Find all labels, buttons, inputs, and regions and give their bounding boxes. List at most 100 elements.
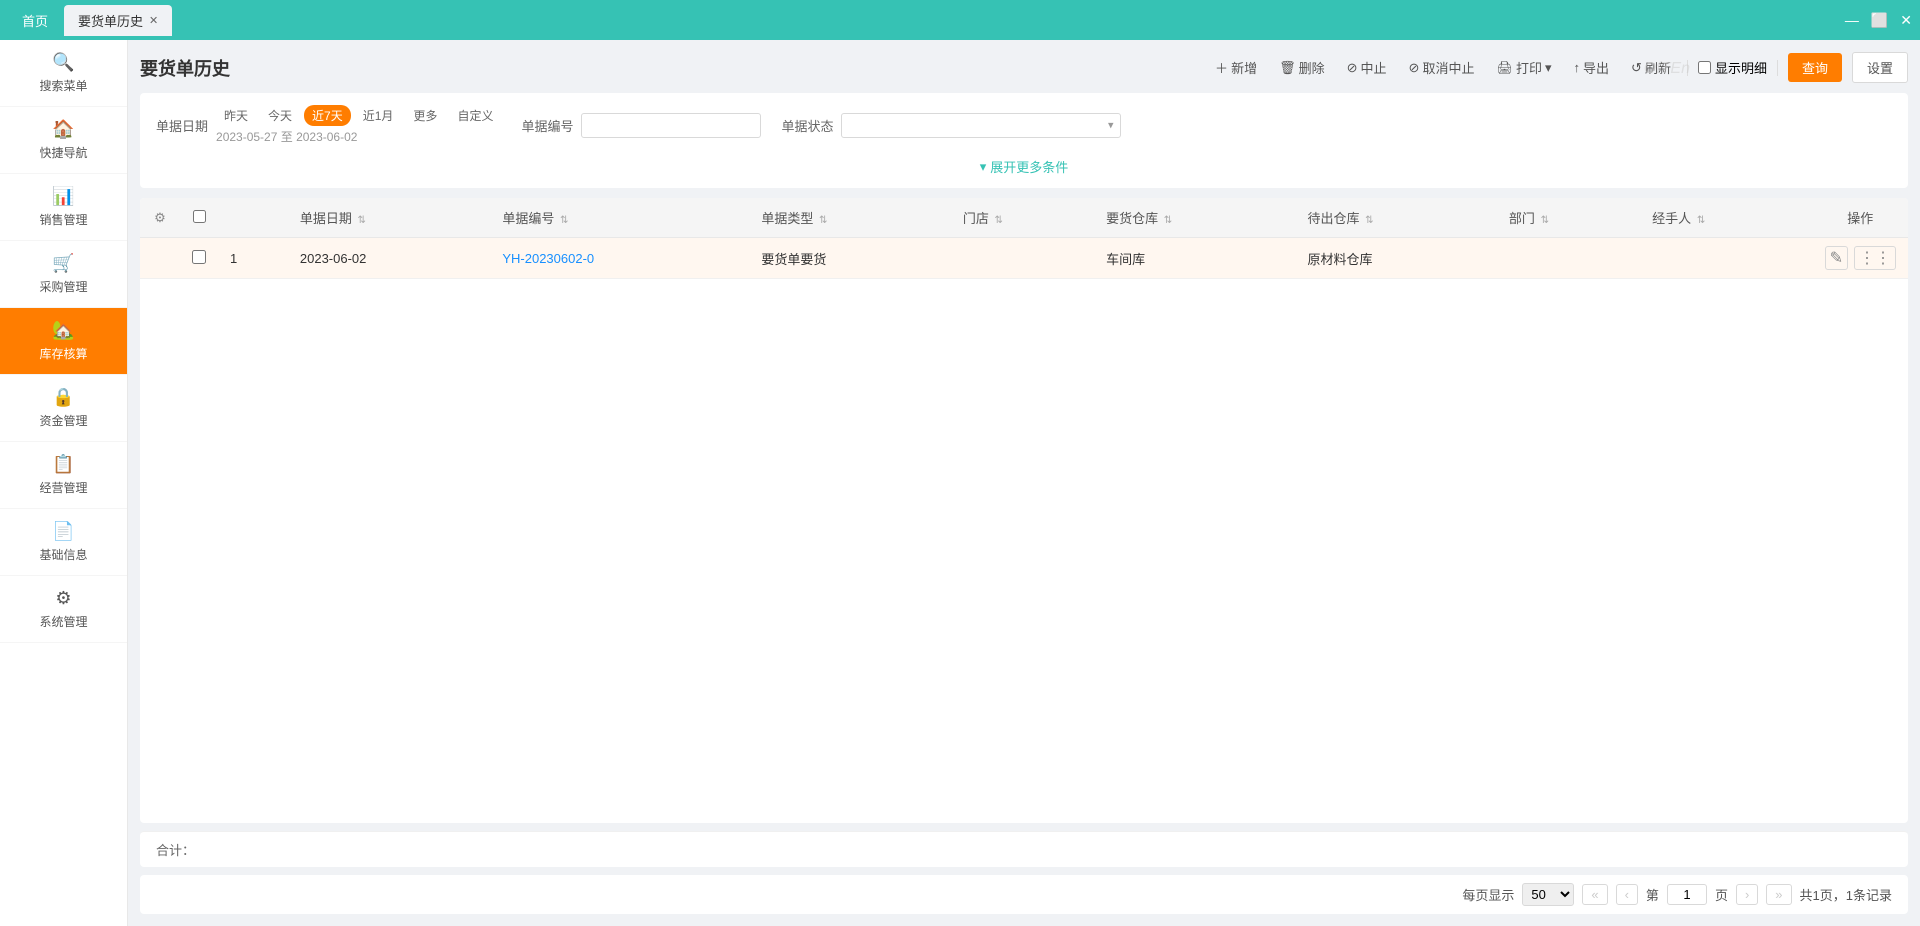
col-handler-label: 经手人 [1652,211,1691,226]
inventory-calc-icon: 🏡 [52,320,74,341]
doc-number-label: 单据编号 [521,116,573,135]
sidebar-item-quick-nav[interactable]: 🏠 快捷导航 [0,107,127,174]
show-detail-checkbox-label[interactable]: 显示明细 [1698,58,1767,77]
tab-requisition-history[interactable]: 要货单历史 ✕ [64,5,172,36]
sidebar-item-sys-mgmt[interactable]: ⚙ 系统管理 [0,576,127,643]
col-handler: 经手人 ⇅ [1640,198,1812,238]
sidebar-item-basic-info-label: 基础信息 [39,546,87,563]
status-label: 单据状态 [781,116,833,135]
col-pending-warehouse-sort-icon[interactable]: ⇅ [1365,215,1373,226]
date-tab-1month[interactable]: 近1月 [355,105,402,126]
sidebar-item-ops-mgmt[interactable]: 📋 经营管理 [0,442,127,509]
row-edit-icon[interactable]: ✎ [1825,246,1848,270]
date-tab-more[interactable]: 更多 [405,105,445,126]
print-button[interactable]: 🖨 打印 ▾ [1490,54,1557,81]
minimize-icon[interactable]: — [1845,12,1859,28]
row-doc-date: 2023-06-02 [288,238,490,279]
date-tab-today[interactable]: 今天 [260,105,300,126]
sidebar-item-basic-info[interactable]: 📄 基础信息 [0,509,127,576]
query-button[interactable]: 查询 [1788,53,1842,82]
export-icon: ↑ [1574,60,1581,75]
col-pending-warehouse: 待出仓库 ⇅ [1296,198,1497,238]
row-doc-type: 要货单要货 [749,238,950,279]
date-range-text: 2023-05-27 至 2023-06-02 [216,128,501,145]
row-checkbox-cell [180,238,218,279]
doc-number-input[interactable] [581,113,761,138]
filter-panel: 单据日期 昨天 今天 近7天 近1月 更多 自定义 2023-05-27 至 2… [140,93,1908,188]
row-store [951,238,1094,279]
stop-label: 中止 [1361,58,1387,77]
select-all-checkbox[interactable] [193,210,206,223]
export-label: 导出 [1583,58,1609,77]
col-doc-type-sort-icon[interactable]: ⇅ [819,215,827,226]
expand-filter-button[interactable]: ▾ 展开更多条件 [980,157,1069,176]
row-settings-cell [140,238,180,279]
tab-close-icon[interactable]: ✕ [149,14,158,27]
sidebar-item-purchase-mgmt[interactable]: 🛒 采购管理 [0,241,127,308]
sidebar-item-inventory-calc-label: 库存核算 [39,345,87,362]
row-doc-number: YH-20230602-0 [490,238,749,279]
last-page-button[interactable]: » [1766,884,1791,905]
stop-button[interactable]: ⊘ 中止 [1341,54,1393,81]
sidebar-item-search-menu-label: 搜索菜单 [39,77,87,94]
export-button[interactable]: ↑ 导出 [1568,54,1616,81]
table-footer-total: 合计： [140,831,1908,867]
col-req-warehouse: 要货仓库 ⇅ [1094,198,1295,238]
next-page-button[interactable]: › [1736,884,1758,905]
search-menu-icon: 🔍 [52,52,74,73]
toolbar-divider [1687,60,1688,76]
tab-home[interactable]: 首页 [8,5,62,36]
sidebar-item-sales-mgmt[interactable]: 📊 销售管理 [0,174,127,241]
row-seq: 1 [218,238,288,279]
page-size-text: 每页显示 [1462,885,1514,904]
col-checkbox [180,198,218,238]
col-department-sort-icon[interactable]: ⇅ [1541,215,1549,226]
row-doc-number-link[interactable]: YH-20230602-0 [502,251,594,266]
date-tab-custom[interactable]: 自定义 [449,105,501,126]
sidebar-item-search-menu[interactable]: 🔍 搜索菜单 [0,40,127,107]
table-row: 1 2023-06-02 YH-20230602-0 要货单要货 车间库 原材料… [140,238,1908,279]
new-button[interactable]: ＋ 新增 [1209,54,1263,81]
col-store: 门店 ⇅ [951,198,1094,238]
tab-requisition-history-label: 要货单历史 [78,11,143,30]
date-tabs: 昨天 今天 近7天 近1月 更多 自定义 [216,105,501,126]
page-size-select[interactable]: 20 50 100 [1522,883,1574,906]
page-number-input[interactable] [1667,884,1707,905]
sidebar-item-capital-mgmt[interactable]: 🔒 资金管理 [0,375,127,442]
row-more-icon[interactable]: ⋮⋮ [1854,246,1896,270]
close-icon[interactable]: ✕ [1900,12,1912,29]
col-doc-date-sort-icon[interactable]: ⇅ [358,215,366,226]
col-doc-number-sort-icon[interactable]: ⇅ [560,215,568,226]
col-doc-number: 单据编号 ⇅ [490,198,749,238]
first-page-button[interactable]: « [1582,884,1607,905]
filter-second-row: ▾ 展开更多条件 [156,151,1892,176]
col-req-warehouse-label: 要货仓库 [1106,211,1158,226]
col-department: 部门 ⇅ [1497,198,1640,238]
col-handler-sort-icon[interactable]: ⇅ [1697,215,1705,226]
status-select-wrapper [841,113,1121,138]
settings-button[interactable]: 设置 [1852,52,1908,83]
date-tab-yesterday[interactable]: 昨天 [216,105,256,126]
row-pending-warehouse: 原材料仓库 [1296,238,1497,279]
restore-icon[interactable]: ⬜ [1871,12,1888,29]
refresh-button[interactable]: ↺ 刷新 [1625,54,1677,81]
status-select[interactable] [841,113,1121,138]
col-doc-date: 单据日期 ⇅ [288,198,490,238]
show-detail-checkbox[interactable] [1698,61,1711,74]
delete-button[interactable]: 🗑 删除 [1273,54,1331,81]
col-doc-number-label: 单据编号 [502,211,554,226]
row-checkbox[interactable] [192,250,206,264]
date-tab-7days[interactable]: 近7天 [304,105,351,126]
total-label: 合计： [156,843,195,858]
refresh-icon: ↺ [1631,60,1642,76]
date-filter-label: 单据日期 [156,116,208,135]
sidebar-item-inventory-calc[interactable]: 🏡 库存核算 [0,308,127,375]
col-store-sort-icon[interactable]: ⇅ [994,215,1002,226]
filter-row: 单据日期 昨天 今天 近7天 近1月 更多 自定义 2023-05-27 至 2… [156,105,1892,145]
table-settings-icon[interactable]: ⚙ [154,210,166,225]
prev-page-button[interactable]: ‹ [1616,884,1638,905]
col-doc-type-label: 单据类型 [761,211,813,226]
sales-mgmt-icon: 📊 [52,186,74,207]
col-req-warehouse-sort-icon[interactable]: ⇅ [1164,215,1172,226]
cancel-stop-button[interactable]: ⊘ 取消中止 [1403,54,1481,81]
